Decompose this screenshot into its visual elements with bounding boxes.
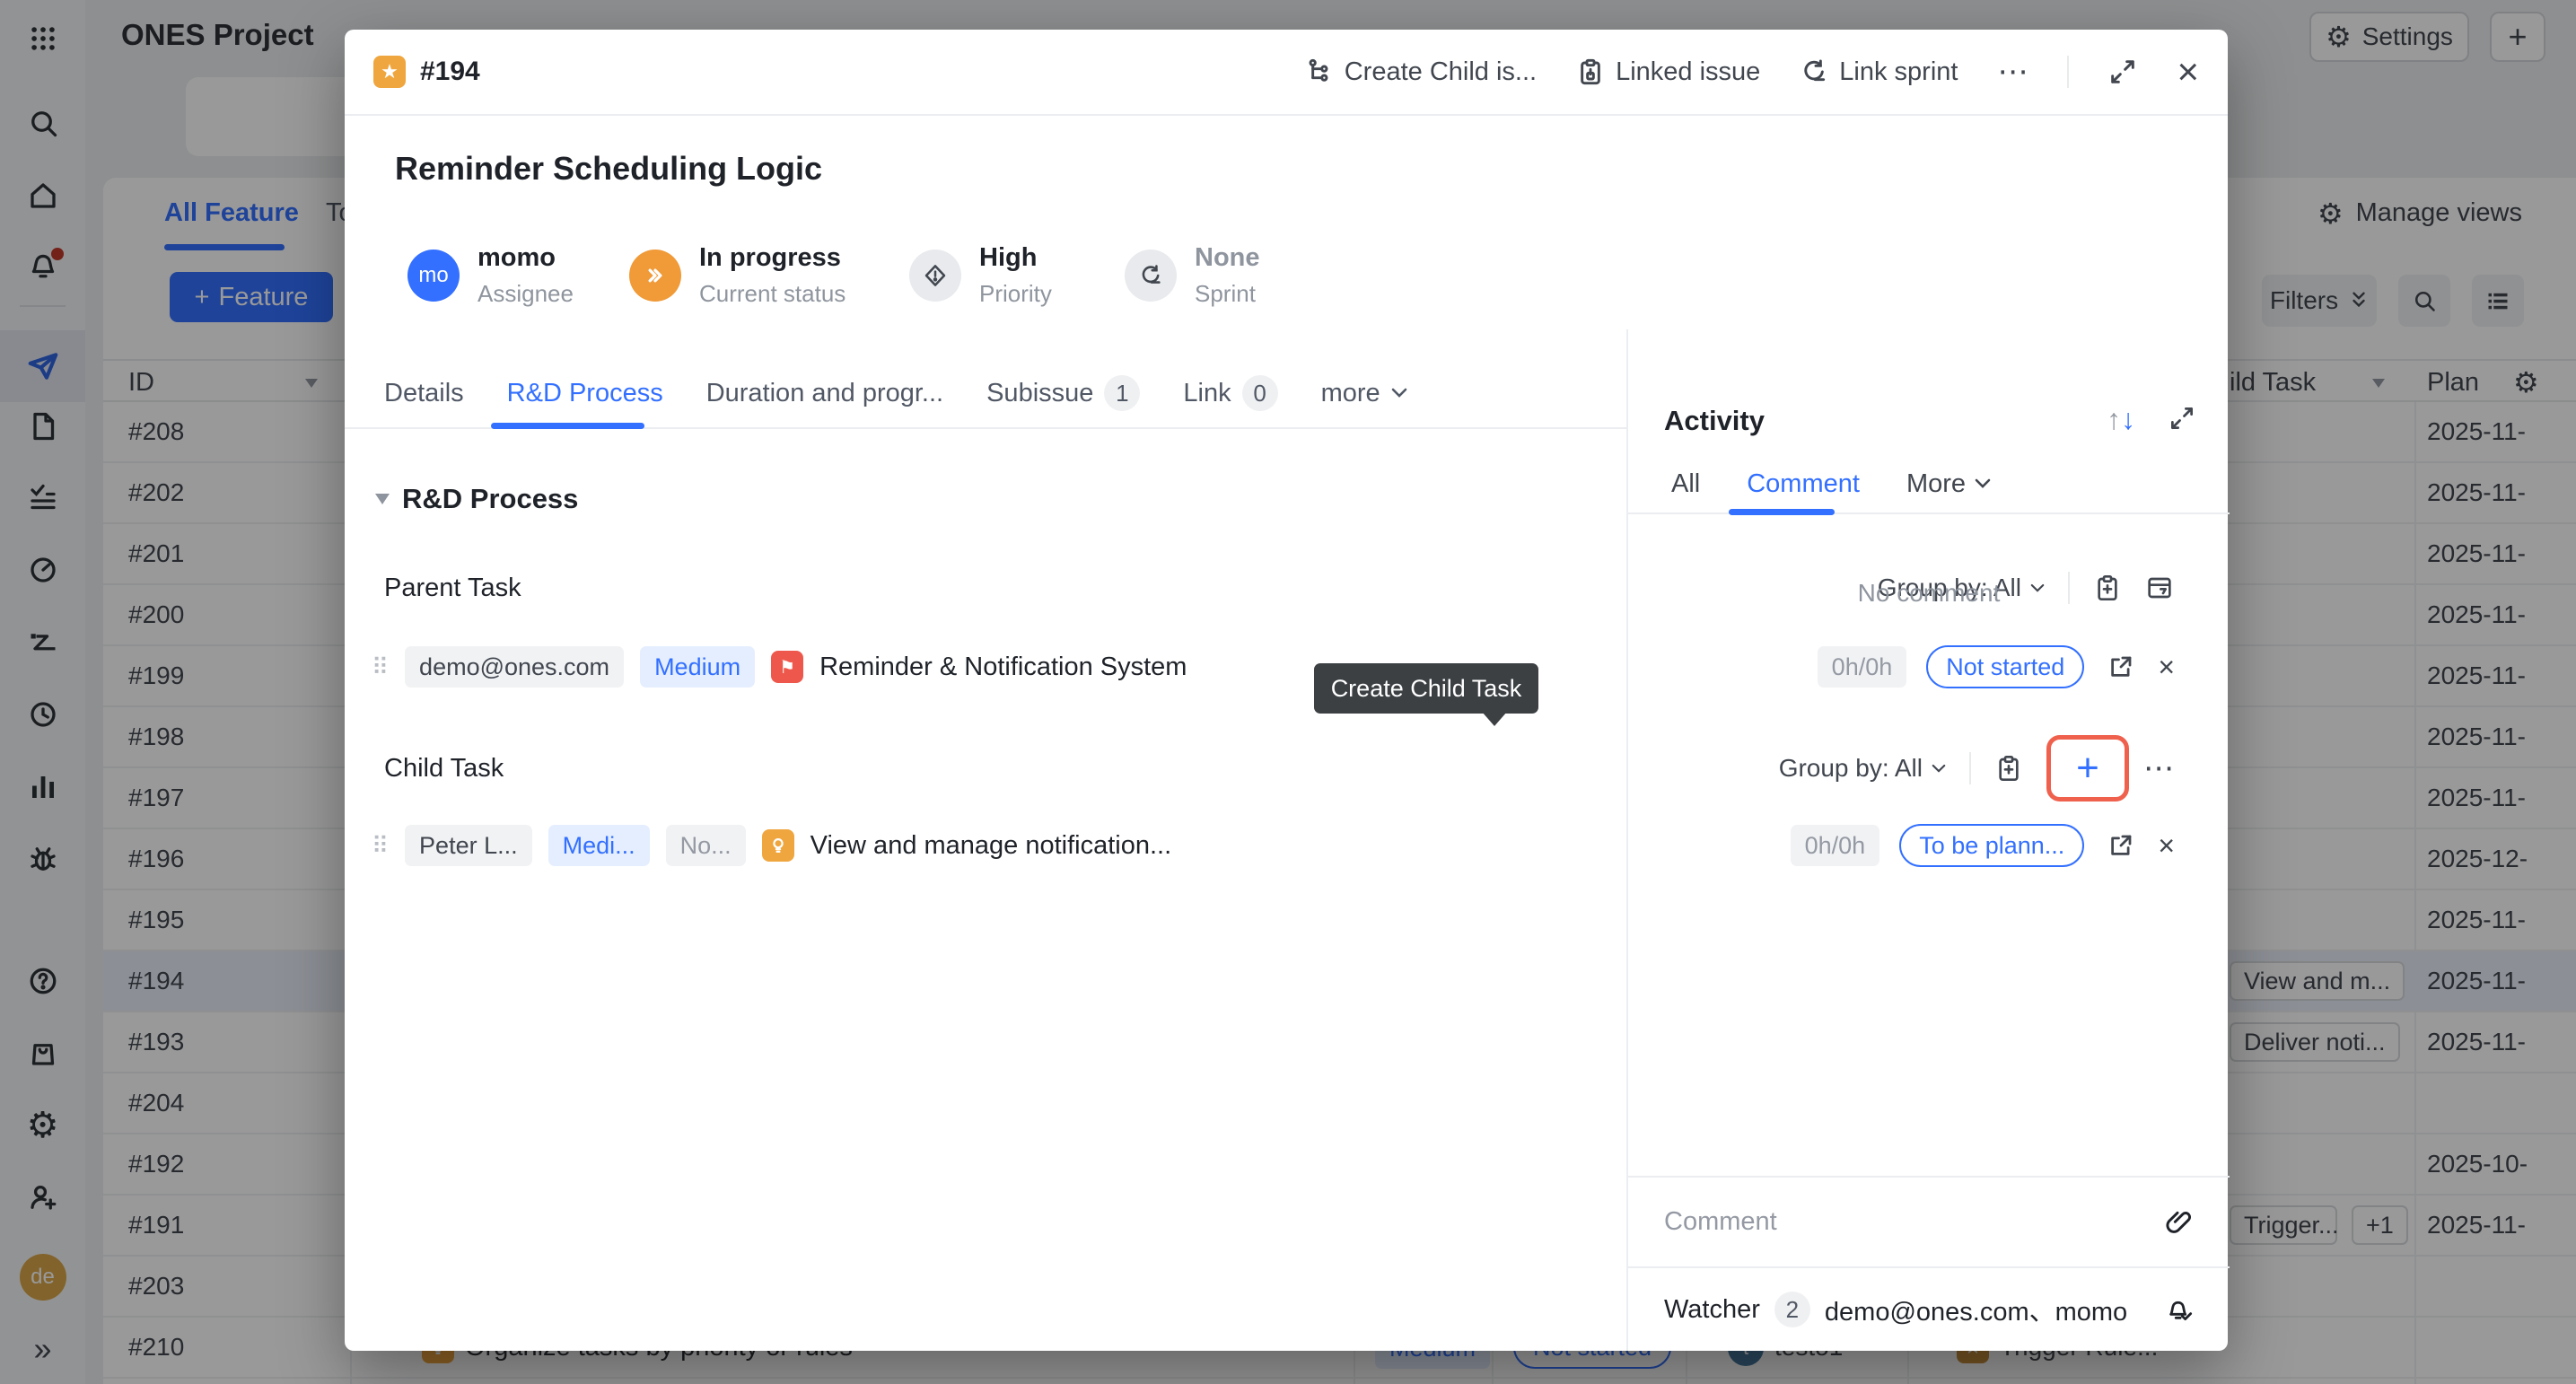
task-bulb-icon bbox=[761, 829, 794, 862]
close-modal-icon[interactable]: × bbox=[2177, 53, 2199, 91]
attachment-paperclip-icon[interactable] bbox=[2165, 1208, 2194, 1237]
link-count-badge: 0 bbox=[1241, 375, 1278, 411]
issue-detail-modal: ★ #194 Create Child is... Linked issue L… bbox=[345, 30, 2230, 1351]
watch-bell-check-icon[interactable] bbox=[2165, 1295, 2194, 1324]
active-tab-underline bbox=[491, 423, 644, 429]
sort-order-icon[interactable]: ↑↓ bbox=[2107, 403, 2135, 436]
modal-tabs: Details R&D Process Duration and progr..… bbox=[345, 359, 1626, 429]
priority-chip[interactable]: Medium bbox=[640, 646, 756, 688]
activity-title: Activity bbox=[1664, 405, 1765, 436]
chevron-down-icon bbox=[1391, 388, 1406, 398]
watcher-row: Watcher 2 demo@ones.com、momo bbox=[1628, 1266, 2230, 1351]
field-priority[interactable]: High Priority bbox=[909, 243, 1052, 308]
activity-tab-comment[interactable]: Comment bbox=[1747, 469, 1860, 499]
tab-link[interactable]: Link 0 bbox=[1183, 375, 1278, 411]
expand-activity-icon[interactable] bbox=[2169, 405, 2195, 432]
child-tree-icon bbox=[1309, 58, 1328, 82]
feature-star-icon: ★ bbox=[373, 56, 406, 88]
comment-input[interactable]: Comment bbox=[1628, 1176, 2230, 1266]
tooltip: Create Child Task bbox=[1314, 663, 1538, 714]
sprint-icon bbox=[1125, 250, 1177, 302]
assignee-avatar: mo bbox=[407, 250, 460, 302]
sprint-chip[interactable]: No... bbox=[665, 825, 746, 866]
clipboard-link-icon bbox=[1581, 58, 1600, 85]
activity-tab-more[interactable]: More bbox=[1906, 469, 1991, 499]
link-sprint-button[interactable]: Link sprint bbox=[1800, 57, 1958, 87]
activity-tabs: All Comment More bbox=[1628, 455, 2230, 514]
watcher-count-badge: 2 bbox=[1774, 1292, 1810, 1327]
priority-chip[interactable]: Medi... bbox=[548, 825, 650, 866]
requirement-flag-icon: ⚑ bbox=[771, 651, 804, 683]
chevron-down-icon bbox=[1975, 478, 1991, 488]
expand-fullscreen-icon[interactable] bbox=[2108, 57, 2137, 86]
tab-rd-process[interactable]: R&D Process bbox=[507, 379, 663, 408]
empty-state-text: No comment bbox=[1857, 579, 2001, 607]
field-sprint[interactable]: None Sprint bbox=[1125, 243, 1260, 308]
create-child-issue-button[interactable]: Create Child is... bbox=[1305, 57, 1537, 87]
subissue-count-badge: 1 bbox=[1104, 375, 1141, 411]
modal-header: ★ #194 Create Child is... Linked issue L… bbox=[345, 30, 2228, 116]
activity-tab-all[interactable]: All bbox=[1671, 469, 1700, 499]
active-tab-underline bbox=[1729, 509, 1835, 515]
field-status[interactable]: In progress Current status bbox=[629, 243, 846, 308]
tab-duration[interactable]: Duration and progr... bbox=[706, 379, 943, 408]
tab-more[interactable]: more bbox=[1321, 379, 1407, 408]
tooltip-arrow bbox=[1482, 712, 1507, 726]
assignee-chip[interactable]: demo@ones.com bbox=[405, 646, 625, 688]
child-task-title[interactable]: View and manage notification... bbox=[810, 831, 1172, 861]
parent-task-label: Parent Task bbox=[384, 573, 521, 602]
issue-title[interactable]: Reminder Scheduling Logic bbox=[395, 150, 822, 188]
in-progress-icon bbox=[629, 250, 681, 302]
drag-handle-icon[interactable]: ⠿ bbox=[372, 832, 389, 860]
issue-id: #194 bbox=[420, 57, 480, 86]
assignee-chip[interactable]: Peter L... bbox=[405, 825, 532, 866]
watcher-names[interactable]: demo@ones.com、momo bbox=[1825, 1291, 2127, 1328]
rd-process-section-header[interactable]: R&D Process bbox=[375, 483, 578, 515]
parent-task-title[interactable]: Reminder & Notification System bbox=[819, 653, 1187, 682]
linked-issue-button[interactable]: Linked issue bbox=[1576, 57, 1760, 87]
tab-details[interactable]: Details bbox=[384, 379, 464, 408]
header-divider bbox=[2067, 56, 2070, 88]
field-assignee[interactable]: mo momo Assignee bbox=[407, 243, 574, 308]
priority-high-icon bbox=[909, 250, 961, 302]
tab-subissue[interactable]: Subissue 1 bbox=[986, 375, 1141, 411]
child-task-label: Child Task bbox=[384, 753, 504, 783]
collapse-caret-icon[interactable] bbox=[375, 494, 390, 504]
watcher-label: Watcher bbox=[1664, 1294, 1760, 1324]
more-actions-icon[interactable]: ⋯ bbox=[1997, 54, 2028, 90]
comment-placeholder: Comment bbox=[1664, 1207, 1777, 1236]
sprint-loop-icon bbox=[1804, 59, 1826, 82]
drag-handle-icon[interactable]: ⠿ bbox=[372, 653, 389, 681]
activity-panel: Activity ↑↓ All Comment More No comment … bbox=[1626, 329, 2230, 1351]
